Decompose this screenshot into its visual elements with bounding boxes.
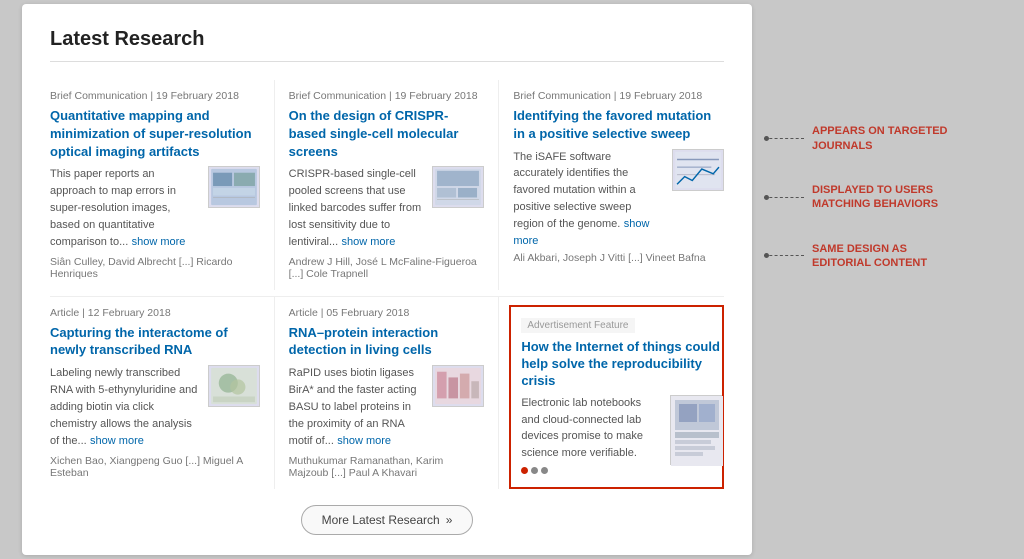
article-meta: Article | 05 February 2018 xyxy=(289,307,485,319)
ad-thumbnail xyxy=(670,395,722,465)
article-title[interactable]: Quantitative mapping and minimization of… xyxy=(50,107,260,160)
article-meta: Brief Communication | 19 February 2018 xyxy=(289,90,485,102)
article-authors: Xichen Bao, Xiangpeng Guo [...] Miguel A… xyxy=(50,455,260,479)
dot-1 xyxy=(521,467,528,474)
top-articles-grid: Brief Communication | 19 February 2018 Q… xyxy=(50,80,724,289)
more-latest-research-button[interactable]: More Latest Research » xyxy=(301,505,474,535)
show-more-link[interactable]: show more xyxy=(90,435,144,447)
article-meta: Article | 12 February 2018 xyxy=(50,307,260,319)
annotation-1: APPEARS ON TARGETED JOURNALS xyxy=(764,124,952,153)
article-title[interactable]: Capturing the interactome of newly trans… xyxy=(50,324,260,359)
article-thumbnail xyxy=(432,365,484,407)
ad-body: Electronic lab notebooks and cloud-conne… xyxy=(521,395,722,474)
article-body: RaPID uses biotin ligases BirA* and the … xyxy=(289,365,485,450)
article-item: Brief Communication | 19 February 2018 Q… xyxy=(50,80,275,289)
article-item: Brief Communication | 19 February 2018 O… xyxy=(275,80,500,289)
show-more-link[interactable]: show more xyxy=(132,236,186,248)
article-authors: Siân Culley, David Albrecht [...] Ricard… xyxy=(50,256,260,280)
annotation-line-3 xyxy=(764,255,804,256)
bottom-articles-grid: Article | 12 February 2018 Capturing the… xyxy=(50,296,724,489)
article-body: Labeling newly transcribed RNA with 5-et… xyxy=(50,365,260,450)
article-body: CRISPR-based single-cell pooled screens … xyxy=(289,166,485,251)
article-text: CRISPR-based single-cell pooled screens … xyxy=(289,166,425,251)
article-body: This paper reports an approach to map er… xyxy=(50,166,260,251)
annotation-line-1 xyxy=(764,138,804,139)
article-text: Labeling newly transcribed RNA with 5-et… xyxy=(50,365,200,450)
ad-text-content: Electronic lab notebooks and cloud-conne… xyxy=(521,395,662,474)
dot-2 xyxy=(531,467,538,474)
article-thumbnail xyxy=(208,365,260,407)
article-item: Brief Communication | 19 February 2018 I… xyxy=(499,80,724,289)
article-authors: Ali Akbari, Joseph J Vitti [...] Vineet … xyxy=(513,252,724,264)
annotation-text-2: DISPLAYED TO USERS MATCHING BEHAVIORS xyxy=(812,183,952,212)
article-text: This paper reports an approach to map er… xyxy=(50,166,200,251)
article-text: RaPID uses biotin ligases BirA* and the … xyxy=(289,365,425,450)
annotation-2: DISPLAYED TO USERS MATCHING BEHAVIORS xyxy=(764,183,952,212)
annotation-line-2 xyxy=(764,197,804,198)
annotations-panel: APPEARS ON TARGETED JOURNALS DISPLAYED T… xyxy=(764,4,952,270)
ad-dots xyxy=(521,467,662,474)
dot-3 xyxy=(541,467,548,474)
article-thumbnail xyxy=(208,166,260,208)
article-title[interactable]: Identifying the favored mutation in a po… xyxy=(513,107,724,142)
ad-title[interactable]: How the Internet of things could help so… xyxy=(521,339,722,390)
article-authors: Muthukumar Ramanathan, Karim Majzoub [..… xyxy=(289,455,485,479)
annotation-text-3: SAME DESIGN AS EDITORIAL CONTENT xyxy=(812,242,952,271)
article-item: Article | 12 February 2018 Capturing the… xyxy=(50,297,275,489)
annotation-text-1: APPEARS ON TARGETED JOURNALS xyxy=(812,124,952,153)
article-thumbnail xyxy=(432,166,484,208)
advertisement-card: Advertisement Feature How the Internet o… xyxy=(509,305,724,489)
article-thumbnail xyxy=(672,149,724,191)
article-authors: Andrew J Hill, José L McFaline-Figueroa … xyxy=(289,256,485,280)
article-title[interactable]: On the design of CRISPR-based single-cel… xyxy=(289,107,485,160)
show-more-link[interactable]: show more xyxy=(337,435,391,447)
research-card: Latest Research Brief Communication | 19… xyxy=(22,4,752,554)
article-item: Article | 05 February 2018 RNA–protein i… xyxy=(275,297,500,489)
more-button-row: More Latest Research » xyxy=(50,505,724,535)
article-title[interactable]: RNA–protein interaction detection in liv… xyxy=(289,324,485,359)
article-meta: Brief Communication | 19 February 2018 xyxy=(50,90,260,102)
section-title: Latest Research xyxy=(50,28,724,62)
article-body: The iSAFE software accurately identifies… xyxy=(513,149,724,248)
article-text: The iSAFE software accurately identifies… xyxy=(513,149,664,248)
ad-label: Advertisement Feature xyxy=(521,318,634,333)
annotation-3: SAME DESIGN AS EDITORIAL CONTENT xyxy=(764,242,952,271)
article-meta: Brief Communication | 19 February 2018 xyxy=(513,90,724,102)
show-more-link[interactable]: show more xyxy=(342,236,396,248)
